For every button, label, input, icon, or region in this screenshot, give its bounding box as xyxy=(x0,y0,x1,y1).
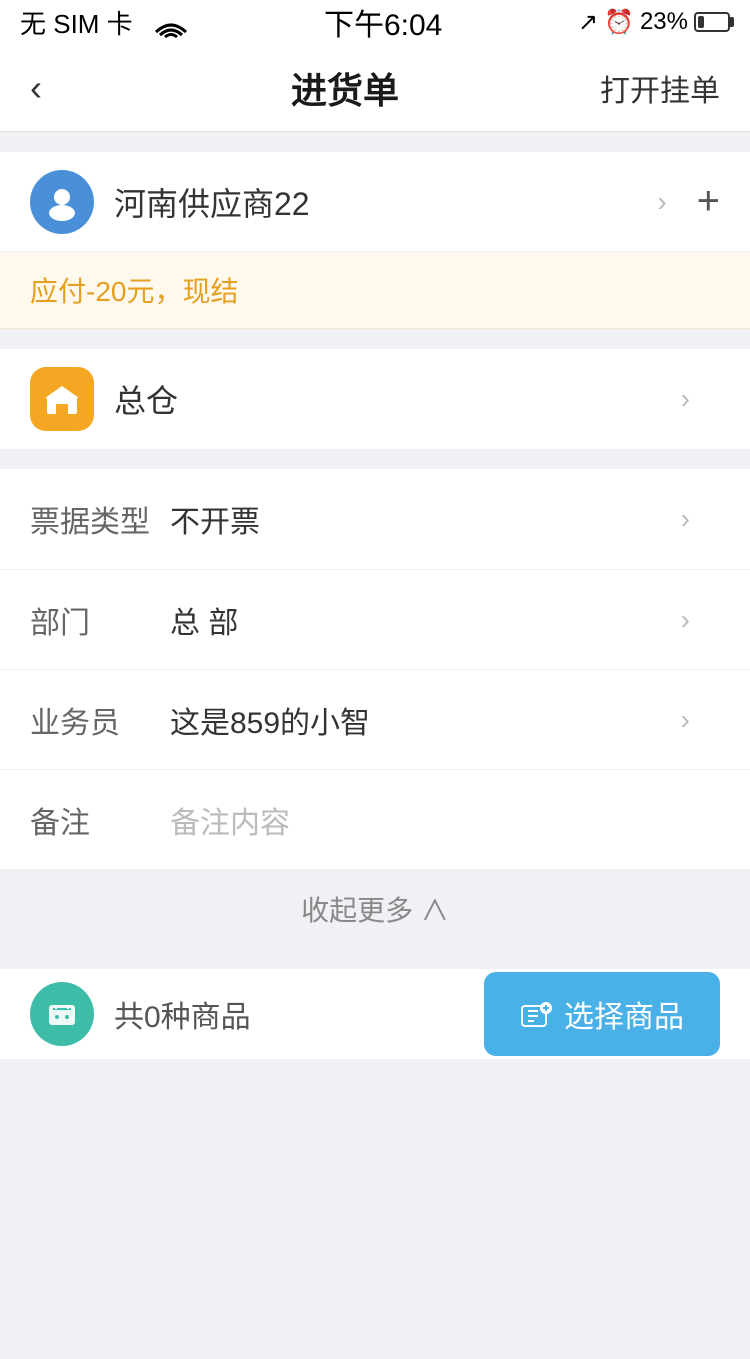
battery-label: 23% xyxy=(640,8,688,36)
sim-wifi-label: 无 SIM 卡 xyxy=(20,4,188,41)
department-value: 总 部 xyxy=(150,598,681,642)
supplier-avatar xyxy=(30,170,94,234)
salesperson-chevron-icon: › xyxy=(681,704,690,736)
form-row-department[interactable]: 部门 总 部 › xyxy=(0,569,750,669)
warehouse-chevron-icon: › xyxy=(681,383,690,415)
location-icon: ↗ xyxy=(578,8,598,37)
status-right: ↗ ⏰ 23% xyxy=(578,8,730,37)
salesperson-label: 业务员 xyxy=(30,698,150,742)
select-product-button[interactable]: 选择商品 xyxy=(484,972,720,1056)
collapse-label: 收起更多 ∧ xyxy=(301,889,449,929)
alarm-icon: ⏰ xyxy=(604,8,634,37)
supplier-notice: 应付-20元，现结 xyxy=(0,252,750,329)
product-cart-icon xyxy=(30,982,94,1046)
top-divider xyxy=(0,132,750,152)
status-time: 下午6:04 xyxy=(324,0,442,44)
supplier-name: 河南供应商22 xyxy=(114,179,657,225)
collapse-button[interactable]: 收起更多 ∧ xyxy=(0,869,750,949)
invoice-value: 不开票 xyxy=(150,497,681,541)
open-pending-button[interactable]: 打开挂单 xyxy=(600,66,720,110)
status-left: 无 SIM 卡 xyxy=(20,4,188,41)
nav-bar: ‹ 进货单 打开挂单 xyxy=(0,44,750,132)
page-background xyxy=(0,1059,750,1359)
form-card: 票据类型 不开票 › 部门 总 部 › 业务员 这是859的小智 › 备注 备注… xyxy=(0,469,750,869)
select-product-label: 选择商品 xyxy=(564,992,684,1036)
warehouse-row[interactable]: 总仓 › xyxy=(0,349,750,449)
bottom-bar: 共0种商品 选择商品 xyxy=(0,949,750,1059)
form-row-remark[interactable]: 备注 备注内容 xyxy=(0,769,750,869)
battery-icon xyxy=(694,12,730,32)
warehouse-name: 总仓 xyxy=(114,376,681,422)
product-count-label: 共0种商品 xyxy=(114,992,484,1036)
supplier-row[interactable]: 河南供应商22 › + xyxy=(0,152,750,252)
warehouse-icon xyxy=(30,367,94,431)
department-label: 部门 xyxy=(30,598,150,642)
invoice-label: 票据类型 xyxy=(30,497,150,541)
page-title: 进货单 xyxy=(291,62,399,114)
remark-input[interactable]: 备注内容 xyxy=(150,798,720,842)
supplier-card: 河南供应商22 › + 应付-20元，现结 xyxy=(0,152,750,329)
department-chevron-icon: › xyxy=(681,604,690,636)
form-row-invoice[interactable]: 票据类型 不开票 › xyxy=(0,469,750,569)
form-row-salesperson[interactable]: 业务员 这是859的小智 › xyxy=(0,669,750,769)
mid-divider2 xyxy=(0,449,750,469)
warehouse-card: 总仓 › xyxy=(0,349,750,449)
select-product-icon xyxy=(520,996,552,1033)
status-bar: 无 SIM 卡 下午6:04 ↗ ⏰ 23% xyxy=(0,0,750,44)
salesperson-value: 这是859的小智 xyxy=(150,698,681,742)
back-button[interactable]: ‹ xyxy=(30,67,90,109)
mid-divider1 xyxy=(0,329,750,349)
invoice-chevron-icon: › xyxy=(681,503,690,535)
add-supplier-button[interactable]: + xyxy=(697,179,720,224)
remark-label: 备注 xyxy=(30,798,150,842)
supplier-chevron-icon: › xyxy=(657,186,666,218)
